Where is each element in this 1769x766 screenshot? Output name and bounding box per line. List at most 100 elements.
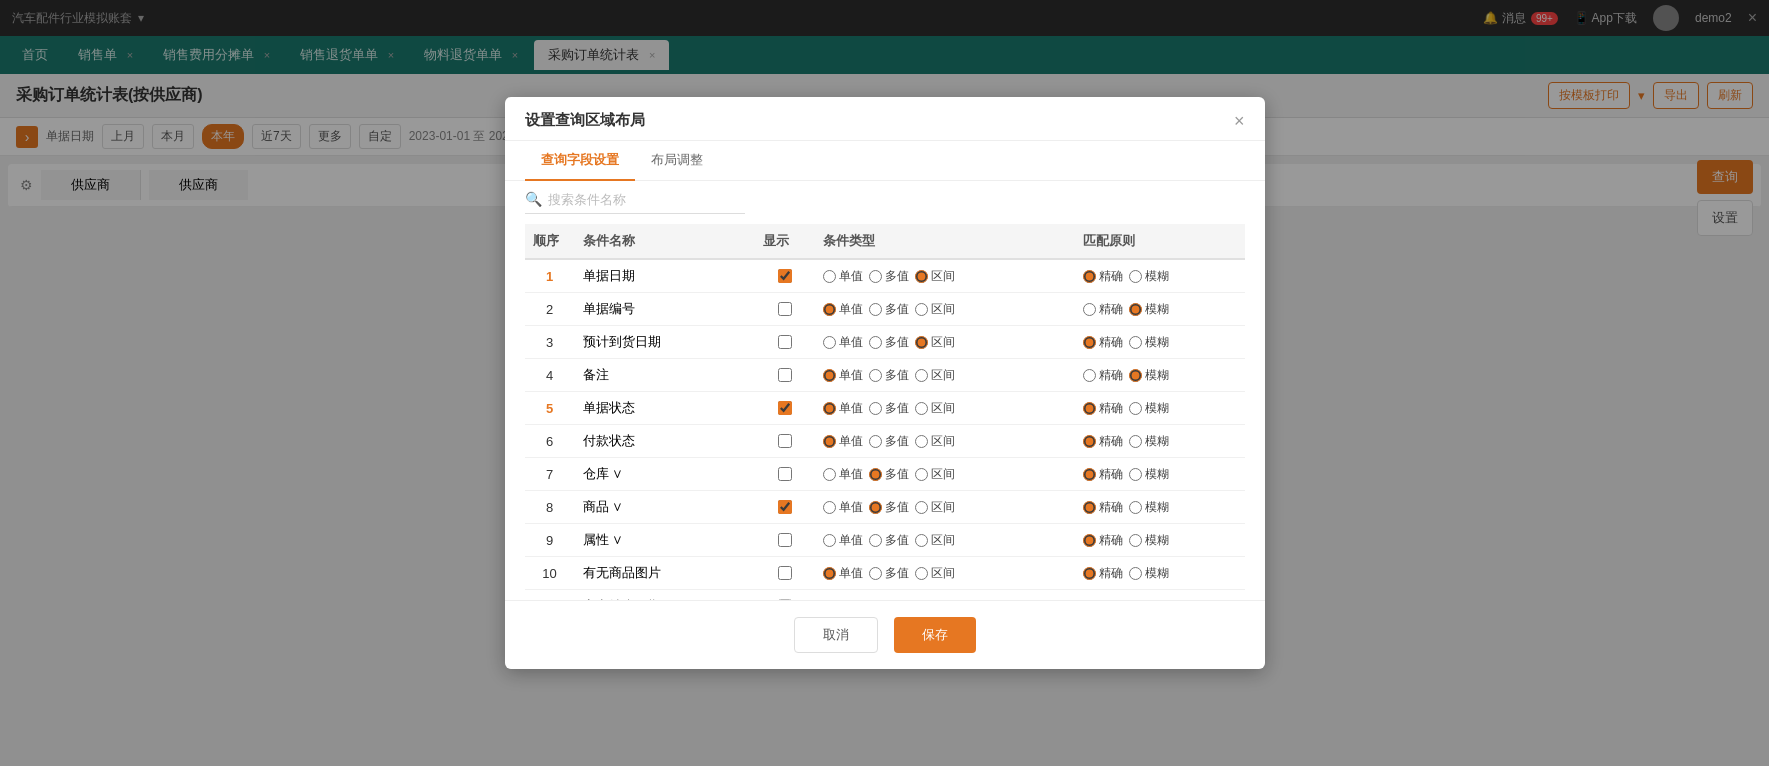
match-fuzzy-radio[interactable] (1129, 369, 1142, 382)
condtype-range-label[interactable]: 区间 (915, 268, 955, 285)
match-exact-label[interactable]: 精确 (1083, 400, 1123, 417)
match-exact-radio[interactable] (1083, 468, 1096, 481)
condtype-range-label[interactable]: 区间 (915, 565, 955, 582)
condtype-range-radio[interactable] (915, 468, 928, 481)
match-exact-label[interactable]: 精确 (1083, 433, 1123, 450)
condtype-range-label[interactable]: 区间 (915, 532, 955, 549)
match-exact-label[interactable]: 精确 (1083, 598, 1123, 601)
condtype-range-radio[interactable] (915, 435, 928, 448)
match-fuzzy-label[interactable]: 模糊 (1129, 532, 1169, 549)
condtype-range-radio[interactable] (915, 567, 928, 580)
condtype-single-radio[interactable] (823, 468, 836, 481)
condtype-range-label[interactable]: 区间 (915, 301, 955, 318)
condtype-single-radio[interactable] (823, 402, 836, 415)
condtype-range-radio[interactable] (915, 369, 928, 382)
match-fuzzy-label[interactable]: 模糊 (1129, 499, 1169, 516)
condtype-single-radio[interactable] (823, 270, 836, 283)
condtype-range-radio[interactable] (915, 534, 928, 547)
condtype-single-radio[interactable] (823, 369, 836, 382)
match-fuzzy-label[interactable]: 模糊 (1129, 334, 1169, 351)
display-checkbox[interactable] (778, 434, 792, 448)
match-exact-radio[interactable] (1083, 303, 1096, 316)
condtype-multi-label[interactable]: 多值 (869, 499, 909, 516)
condtype-range-label[interactable]: 区间 (915, 334, 955, 351)
condtype-single-radio[interactable] (823, 303, 836, 316)
match-fuzzy-radio[interactable] (1129, 435, 1142, 448)
match-fuzzy-label[interactable]: 模糊 (1129, 400, 1169, 417)
condtype-range-label[interactable]: 区间 (915, 598, 955, 601)
condtype-range-radio[interactable] (915, 600, 928, 601)
condtype-multi-radio[interactable] (869, 369, 882, 382)
match-exact-radio[interactable] (1083, 435, 1096, 448)
tab-query-fields[interactable]: 查询字段设置 (525, 141, 635, 181)
condtype-multi-radio[interactable] (869, 600, 882, 601)
match-fuzzy-radio[interactable] (1129, 534, 1142, 547)
condtype-single-radio[interactable] (823, 435, 836, 448)
match-exact-radio[interactable] (1083, 270, 1096, 283)
match-fuzzy-label[interactable]: 模糊 (1129, 301, 1169, 318)
condtype-single-radio[interactable] (823, 336, 836, 349)
condtype-single-label[interactable]: 单值 (823, 565, 863, 582)
condtype-multi-radio[interactable] (869, 501, 882, 514)
condtype-multi-radio[interactable] (869, 303, 882, 316)
condtype-single-label[interactable]: 单值 (823, 334, 863, 351)
condtype-range-label[interactable]: 区间 (915, 433, 955, 450)
save-button[interactable]: 保存 (894, 617, 976, 653)
match-exact-label[interactable]: 精确 (1083, 367, 1123, 384)
condtype-single-radio[interactable] (823, 567, 836, 580)
match-exact-label[interactable]: 精确 (1083, 268, 1123, 285)
match-fuzzy-label[interactable]: 模糊 (1129, 367, 1169, 384)
match-exact-radio[interactable] (1083, 402, 1096, 415)
display-checkbox[interactable] (778, 599, 792, 600)
match-fuzzy-radio[interactable] (1129, 303, 1142, 316)
condtype-range-label[interactable]: 区间 (915, 400, 955, 417)
match-fuzzy-radio[interactable] (1129, 336, 1142, 349)
condtype-single-label[interactable]: 单值 (823, 367, 863, 384)
condtype-single-label[interactable]: 单值 (823, 598, 863, 601)
condtype-single-label[interactable]: 单值 (823, 301, 863, 318)
dialog-close-button[interactable]: × (1234, 112, 1245, 130)
condtype-multi-label[interactable]: 多值 (869, 598, 909, 601)
condtype-single-radio[interactable] (823, 600, 836, 601)
condtype-single-radio[interactable] (823, 501, 836, 514)
condtype-multi-radio[interactable] (869, 567, 882, 580)
search-input[interactable] (548, 192, 728, 207)
condtype-range-label[interactable]: 区间 (915, 367, 955, 384)
match-fuzzy-radio[interactable] (1129, 402, 1142, 415)
display-checkbox[interactable] (778, 368, 792, 382)
condtype-multi-label[interactable]: 多值 (869, 334, 909, 351)
display-checkbox[interactable] (778, 533, 792, 547)
match-exact-label[interactable]: 精确 (1083, 499, 1123, 516)
condtype-range-radio[interactable] (915, 303, 928, 316)
condtype-range-label[interactable]: 区间 (915, 466, 955, 483)
condtype-multi-radio[interactable] (869, 534, 882, 547)
match-fuzzy-label[interactable]: 模糊 (1129, 565, 1169, 582)
match-fuzzy-radio[interactable] (1129, 270, 1142, 283)
match-fuzzy-radio[interactable] (1129, 501, 1142, 514)
condtype-single-label[interactable]: 单值 (823, 466, 863, 483)
condtype-range-label[interactable]: 区间 (915, 499, 955, 516)
match-exact-label[interactable]: 精确 (1083, 565, 1123, 582)
condtype-multi-radio[interactable] (869, 270, 882, 283)
match-fuzzy-label[interactable]: 模糊 (1129, 466, 1169, 483)
condtype-range-radio[interactable] (915, 336, 928, 349)
match-exact-radio[interactable] (1083, 534, 1096, 547)
condtype-multi-label[interactable]: 多值 (869, 565, 909, 582)
match-fuzzy-label[interactable]: 模糊 (1129, 598, 1169, 601)
condtype-multi-radio[interactable] (869, 336, 882, 349)
condtype-single-label[interactable]: 单值 (823, 532, 863, 549)
match-fuzzy-radio[interactable] (1129, 600, 1142, 601)
condtype-multi-label[interactable]: 多值 (869, 433, 909, 450)
display-checkbox[interactable] (778, 500, 792, 514)
display-checkbox[interactable] (778, 269, 792, 283)
match-fuzzy-radio[interactable] (1129, 468, 1142, 481)
condtype-single-label[interactable]: 单值 (823, 433, 863, 450)
cancel-button[interactable]: 取消 (794, 617, 878, 653)
match-exact-label[interactable]: 精确 (1083, 466, 1123, 483)
condtype-multi-label[interactable]: 多值 (869, 466, 909, 483)
display-checkbox[interactable] (778, 566, 792, 580)
display-checkbox[interactable] (778, 401, 792, 415)
match-fuzzy-radio[interactable] (1129, 567, 1142, 580)
condtype-multi-label[interactable]: 多值 (869, 367, 909, 384)
match-exact-label[interactable]: 精确 (1083, 532, 1123, 549)
